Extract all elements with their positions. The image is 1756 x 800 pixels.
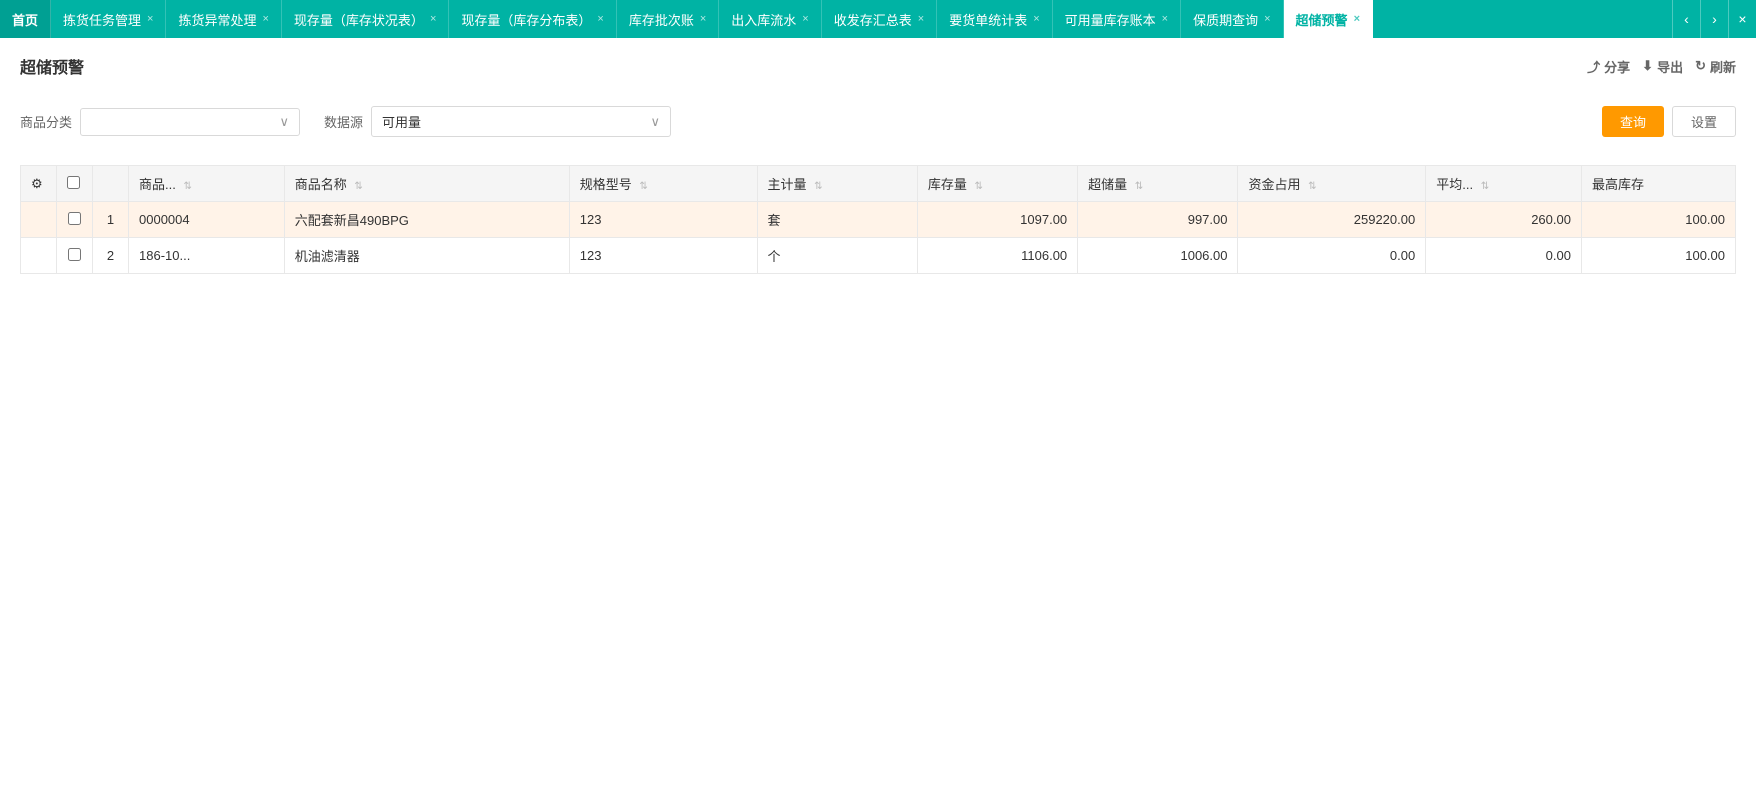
td-spec: 123 [569,238,757,274]
share-button[interactable]: ⤴ 分享 [1587,57,1630,76]
top-navigation: 首页 拣货任务管理 × 拣货异常处理 × 现存量（库存状况表） × 现存量（库存… [0,0,1756,38]
close-icon[interactable]: × [1162,13,1168,25]
category-select[interactable]: ∨ [80,108,300,136]
th-stock[interactable]: 库存量 ⇅ [917,166,1077,202]
sort-icon: ⇅ [974,181,982,192]
td-overstock: 1006.00 [1078,238,1238,274]
nav-left-button[interactable]: ‹ [1672,0,1700,38]
td-avg: 260.00 [1426,202,1582,238]
datasource-select-value: 可用量 [382,112,421,131]
sort-icon: ⇅ [354,181,362,192]
sort-icon: ⇅ [1308,181,1316,192]
td-gear [21,238,57,274]
table-row: 1 0000004 六配套新昌490BPG 123 套 1097.00 997.… [21,202,1736,238]
page-title: 超储预警 [20,54,84,78]
td-product-name: 机油滤清器 [284,238,569,274]
th-gear[interactable]: ⚙ [21,166,57,202]
close-icon[interactable]: × [802,13,808,25]
close-icon[interactable]: × [700,13,706,25]
close-icon[interactable]: × [1033,13,1039,25]
nav-item-inventory-dist[interactable]: 现存量（库存分布表） × [449,0,616,38]
td-product-code: 0000004 [129,202,285,238]
th-capital[interactable]: 资金占用 ⇅ [1238,166,1426,202]
datasource-select[interactable]: 可用量 ∨ [371,106,671,137]
th-product-name[interactable]: 商品名称 ⇅ [284,166,569,202]
page-actions: ⤴ 分享 ⬇ 导出 ↻ 刷新 [1587,57,1736,76]
td-stock: 1097.00 [917,202,1077,238]
close-icon[interactable]: × [597,13,603,25]
nav-item-available-account[interactable]: 可用量库存账本 × [1053,0,1181,38]
td-product-code: 186-10... [129,238,285,274]
sort-icon: ⇅ [183,181,191,192]
close-icon[interactable]: × [918,13,924,25]
datasource-label: 数据源 [324,112,363,131]
th-num [93,166,129,202]
nav-item-batch-account[interactable]: 库存批次账 × [617,0,719,38]
th-max-stock[interactable]: 最高库存 [1581,166,1735,202]
td-checkbox[interactable] [57,202,93,238]
td-capital: 259220.00 [1238,202,1426,238]
td-max-stock: 100.00 [1581,238,1735,274]
th-avg[interactable]: 平均... ⇅ [1426,166,1582,202]
nav-item-task-mgmt[interactable]: 拣货任务管理 × [51,0,166,38]
refresh-button[interactable]: ↻ 刷新 [1695,57,1736,76]
td-avg: 0.00 [1426,238,1582,274]
nav-item-abnormal[interactable]: 拣货异常处理 × [166,0,281,38]
export-button[interactable]: ⬇ 导出 [1642,57,1683,76]
td-stock: 1106.00 [917,238,1077,274]
nav-item-collect-summary[interactable]: 收发存汇总表 × [822,0,937,38]
chevron-down-icon: ∨ [651,114,661,130]
nav-item-inventory-status[interactable]: 现存量（库存状况表） × [282,0,449,38]
nav-item-inout-flow[interactable]: 出入库流水 × [719,0,821,38]
refresh-icon: ↻ [1695,58,1706,74]
datasource-filter-group: 数据源 可用量 ∨ [324,106,671,137]
close-icon[interactable]: × [1264,13,1270,25]
sort-icon: ⇅ [814,181,822,192]
category-filter-group: 商品分类 ∨ [20,108,300,136]
td-checkbox[interactable] [57,238,93,274]
close-icon[interactable]: × [262,13,268,25]
data-table: ⚙ 商品... ⇅ 商品名称 ⇅ 规格型号 ⇅ [20,165,1736,274]
nav-item-quality-query[interactable]: 保质期查询 × [1181,0,1283,38]
td-max-stock: 100.00 [1581,202,1735,238]
table-row: 2 186-10... 机油滤清器 123 个 1106.00 1006.00 … [21,238,1736,274]
page-container: 超储预警 ⤴ 分享 ⬇ 导出 ↻ 刷新 商品分类 ∨ 数据源 [0,38,1756,290]
settings-button[interactable]: 设置 [1672,106,1736,137]
close-icon[interactable]: × [430,13,436,25]
td-product-name: 六配套新昌490BPG [284,202,569,238]
chevron-down-icon: ∨ [280,114,290,130]
export-icon: ⬇ [1642,58,1653,74]
share-icon: ⤴ [1587,57,1600,76]
gear-icon: ⚙ [31,176,43,191]
close-icon[interactable]: × [147,13,153,25]
close-icon[interactable]: × [1354,13,1360,25]
th-product-code[interactable]: 商品... ⇅ [129,166,285,202]
th-checkbox[interactable] [57,166,93,202]
nav-item-overstock-warning[interactable]: 超储预警 × [1284,0,1373,38]
nav-item-order-stats[interactable]: 要货单统计表 × [937,0,1052,38]
select-all-checkbox[interactable] [67,176,80,189]
category-label: 商品分类 [20,112,72,131]
td-gear [21,202,57,238]
td-overstock: 997.00 [1078,202,1238,238]
td-capital: 0.00 [1238,238,1426,274]
query-button[interactable]: 查询 [1602,106,1664,137]
td-row-num: 1 [93,202,129,238]
sort-icon: ⇅ [639,181,647,192]
th-spec[interactable]: 规格型号 ⇅ [569,166,757,202]
sort-icon: ⇅ [1481,181,1489,192]
filter-row: 商品分类 ∨ 数据源 可用量 ∨ 查询 设置 [20,94,1736,149]
th-overstock[interactable]: 超储量 ⇅ [1078,166,1238,202]
td-spec: 123 [569,202,757,238]
nav-close-button[interactable]: × [1728,0,1756,38]
page-header: 超储预警 ⤴ 分享 ⬇ 导出 ↻ 刷新 [20,54,1736,78]
td-unit: 个 [757,238,917,274]
sort-icon: ⇅ [1135,181,1143,192]
td-row-num: 2 [93,238,129,274]
nav-right-button[interactable]: › [1700,0,1728,38]
nav-item-home[interactable]: 首页 [0,0,51,38]
nav-arrows: ‹ › × [1672,0,1756,38]
td-unit: 套 [757,202,917,238]
th-unit[interactable]: 主计量 ⇅ [757,166,917,202]
